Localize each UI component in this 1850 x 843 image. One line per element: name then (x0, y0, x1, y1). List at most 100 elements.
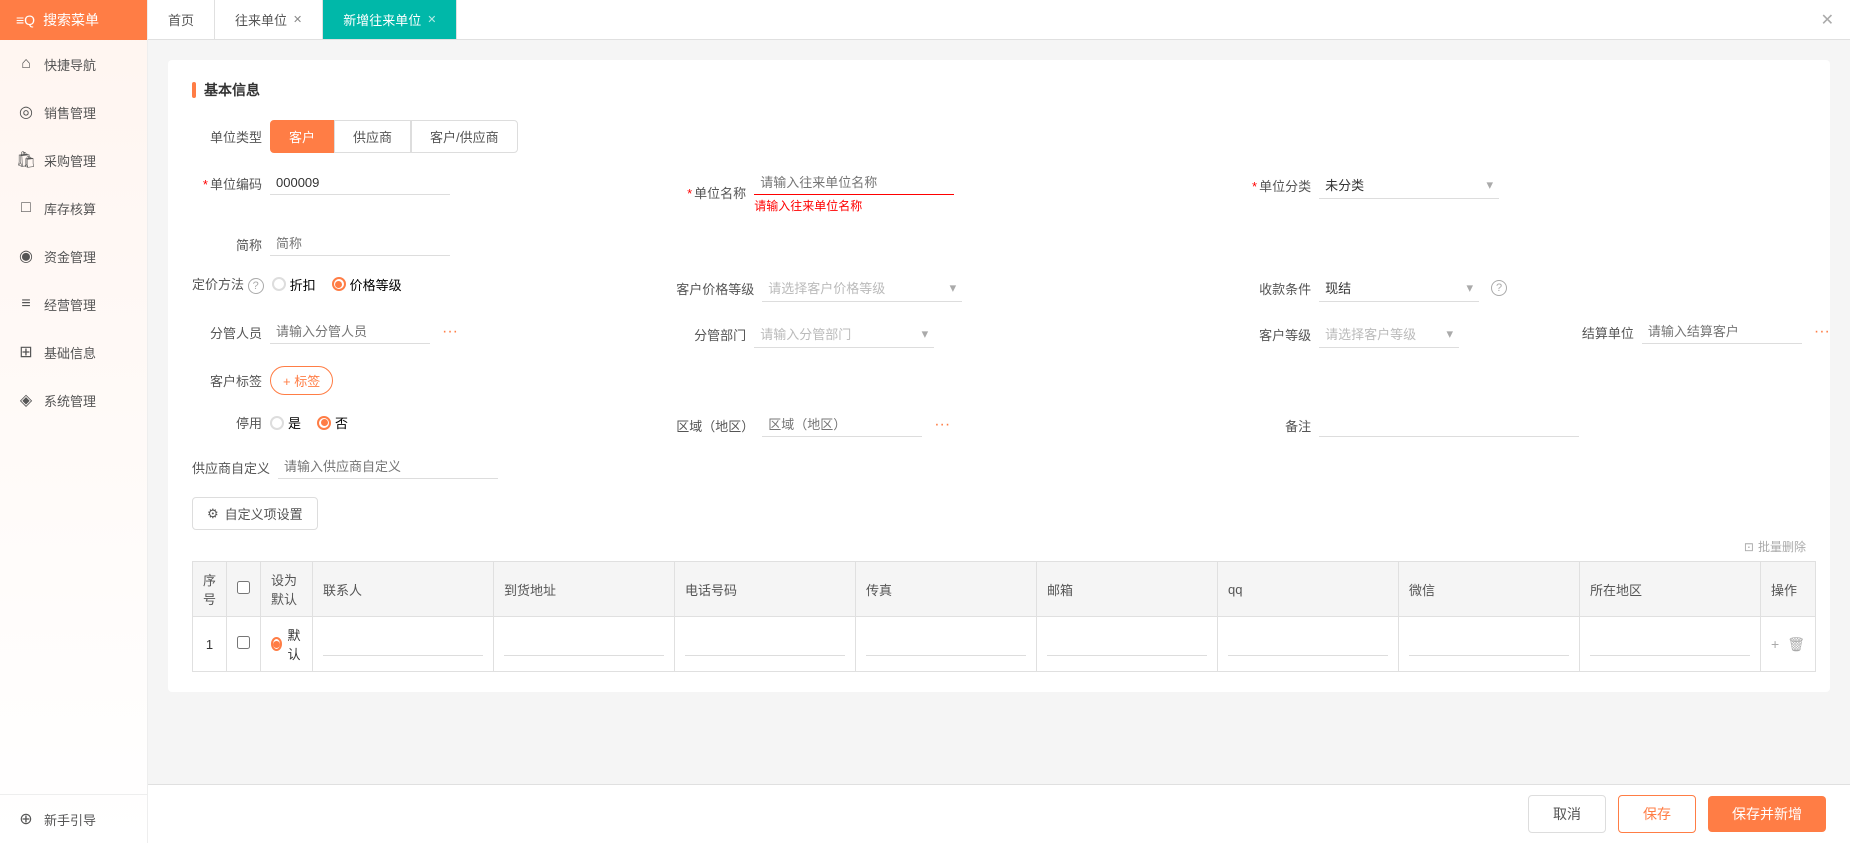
batch-delete-label: 批量删除 (1758, 538, 1806, 555)
default-radio[interactable] (271, 637, 282, 651)
pricing-help-icon[interactable]: ? (248, 278, 264, 294)
supplier-custom-input[interactable] (278, 455, 498, 479)
customer-level-group: 客户等级 请选择客户等级 ▾ (1241, 320, 1564, 348)
save-and-new-button[interactable]: 保存并新增 (1708, 796, 1826, 832)
unit-code-input[interactable] (270, 171, 450, 195)
department-select[interactable]: 请输入分管部门 ▾ (754, 320, 934, 348)
payment-terms-select[interactable]: 现结 ▾ (1319, 274, 1479, 302)
pricing-grade-option[interactable]: 价格等级 (332, 275, 402, 294)
type-btn-supplier[interactable]: 供应商 (334, 120, 411, 153)
pricing-radio-group: 折扣 价格等级 (272, 275, 402, 294)
tab-add-partner[interactable]: 新增往来单位 ✕ (323, 0, 457, 39)
region-more-icon[interactable]: ··· (930, 416, 954, 434)
select-all-checkbox[interactable] (237, 581, 250, 594)
pricing-method-group: 定价方法 ? 折扣 价格等级 (192, 274, 676, 294)
settlement-more-icon[interactable]: ··· (1810, 323, 1834, 341)
add-tag-button[interactable]: + 标签 (270, 366, 333, 395)
tab-close-partner-list[interactable]: ✕ (293, 13, 302, 26)
unit-category-select[interactable]: 未分类 ▾ (1319, 171, 1499, 199)
phone-input[interactable] (685, 632, 845, 656)
sidebar-item-finance[interactable]: ◉ 资金管理 (0, 232, 147, 280)
customer-price-level-select[interactable]: 请选择客户价格等级 ▾ (762, 274, 962, 302)
col-checkbox[interactable] (227, 562, 261, 617)
row-checkbox[interactable] (237, 636, 250, 649)
cell-wechat[interactable] (1399, 617, 1580, 672)
cancel-button[interactable]: 取消 (1528, 795, 1606, 833)
sidebar-item-operations[interactable]: ≡ 经营管理 (0, 280, 147, 328)
address-input[interactable] (504, 632, 664, 656)
manager-group: 分管人员 ··· (192, 320, 676, 344)
sidebar-item-system[interactable]: ◈ 系统管理 (0, 376, 147, 424)
chevron-down-icon: ▾ (950, 280, 957, 296)
col-region: 所在地区 (1580, 562, 1761, 617)
sidebar-search[interactable]: ≡Q 搜索菜单 (0, 0, 147, 40)
custom-settings-button[interactable]: ⚙ 自定义项设置 (192, 497, 318, 530)
form-content: 基本信息 单位类型 客户 供应商 客户/供应商 *单位编码 (148, 40, 1850, 784)
unit-type-row: 单位类型 客户 供应商 客户/供应商 (192, 120, 1806, 153)
basic-icon: ⊞ (16, 342, 36, 362)
chevron-down-icon: ▾ (922, 326, 929, 342)
manager-input[interactable] (270, 320, 430, 344)
cell-region[interactable] (1580, 617, 1761, 672)
sidebar-item-quick-nav[interactable]: ⌂ 快捷导航 (0, 40, 147, 88)
disabled-no-option[interactable]: 否 (317, 413, 348, 432)
cell-qq[interactable] (1218, 617, 1399, 672)
cell-seq: 1 (193, 617, 227, 672)
region-table-input[interactable] (1590, 632, 1750, 656)
save-button[interactable]: 保存 (1618, 795, 1696, 833)
contact-input[interactable] (323, 632, 483, 656)
tab-home[interactable]: 首页 (148, 0, 215, 39)
settlement-input[interactable] (1642, 320, 1802, 344)
disabled-yes-radio (270, 416, 284, 430)
custom-settings-row: ⚙ 自定义项设置 (192, 497, 1806, 530)
pricing-discount-option[interactable]: 折扣 (272, 275, 316, 294)
delete-row-icon[interactable]: 🗑 (1787, 636, 1805, 653)
manager-more-icon[interactable]: ··· (438, 323, 462, 341)
type-btn-both[interactable]: 客户/供应商 (411, 120, 518, 153)
supplier-custom-group: 供应商自定义 (192, 455, 838, 479)
chevron-down-icon: ▾ (1447, 326, 1454, 342)
tab-bar: 首页 往来单位 ✕ 新增往来单位 ✕ ✕ (148, 0, 1850, 40)
col-wechat: 微信 (1399, 562, 1580, 617)
guide-icon: ⊕ (16, 809, 36, 829)
customer-level-select[interactable]: 请选择客户等级 ▾ (1319, 320, 1459, 348)
sidebar-item-sales[interactable]: ◎ 销售管理 (0, 88, 147, 136)
disabled-radio-group: 是 否 (270, 413, 348, 432)
window-close-button[interactable]: ✕ (1805, 0, 1850, 39)
sidebar-item-guide[interactable]: ⊕ 新手引导 (0, 795, 147, 843)
cell-address[interactable] (494, 617, 675, 672)
sidebar-item-inventory[interactable]: □ 库存核算 (0, 184, 147, 232)
unit-code-name-row: *单位编码 *单位名称 请输入往来单位名称 *单位分类 (192, 171, 1806, 214)
unit-type-buttons: 客户 供应商 客户/供应商 (270, 120, 518, 153)
region-input[interactable] (762, 413, 922, 437)
cell-checkbox[interactable] (227, 617, 261, 672)
short-name-input[interactable] (270, 232, 450, 256)
email-input[interactable] (1047, 632, 1207, 656)
col-contact: 联系人 (313, 562, 494, 617)
cell-fax[interactable] (856, 617, 1037, 672)
batch-delete-button[interactable]: ⊡ 批量删除 (1744, 538, 1806, 555)
sidebar-item-label: 资金管理 (44, 247, 96, 266)
tab-close-add-partner[interactable]: ✕ (427, 13, 436, 26)
payment-help-icon[interactable]: ? (1491, 280, 1507, 296)
tab-partner-list[interactable]: 往来单位 ✕ (215, 0, 323, 39)
discount-radio (272, 277, 286, 291)
wechat-input[interactable] (1409, 632, 1569, 656)
cell-contact[interactable] (313, 617, 494, 672)
row-actions: + 🗑 (1771, 636, 1805, 653)
sidebar-item-purchase[interactable]: 🛍 采购管理 (0, 136, 147, 184)
remark-input[interactable] (1319, 413, 1579, 437)
fax-input[interactable] (866, 632, 1026, 656)
qq-input[interactable] (1228, 632, 1388, 656)
finance-icon: ◉ (16, 246, 36, 266)
cell-email[interactable] (1037, 617, 1218, 672)
short-name-row: 简称 (192, 232, 1806, 256)
col-phone: 电话号码 (675, 562, 856, 617)
disabled-yes-option[interactable]: 是 (270, 413, 301, 432)
type-btn-customer[interactable]: 客户 (270, 120, 334, 153)
add-row-icon[interactable]: + (1771, 636, 1779, 652)
unit-name-input[interactable] (754, 171, 954, 195)
sidebar-item-basic[interactable]: ⊞ 基础信息 (0, 328, 147, 376)
cell-phone[interactable] (675, 617, 856, 672)
unit-type-label: 单位类型 (192, 127, 262, 146)
